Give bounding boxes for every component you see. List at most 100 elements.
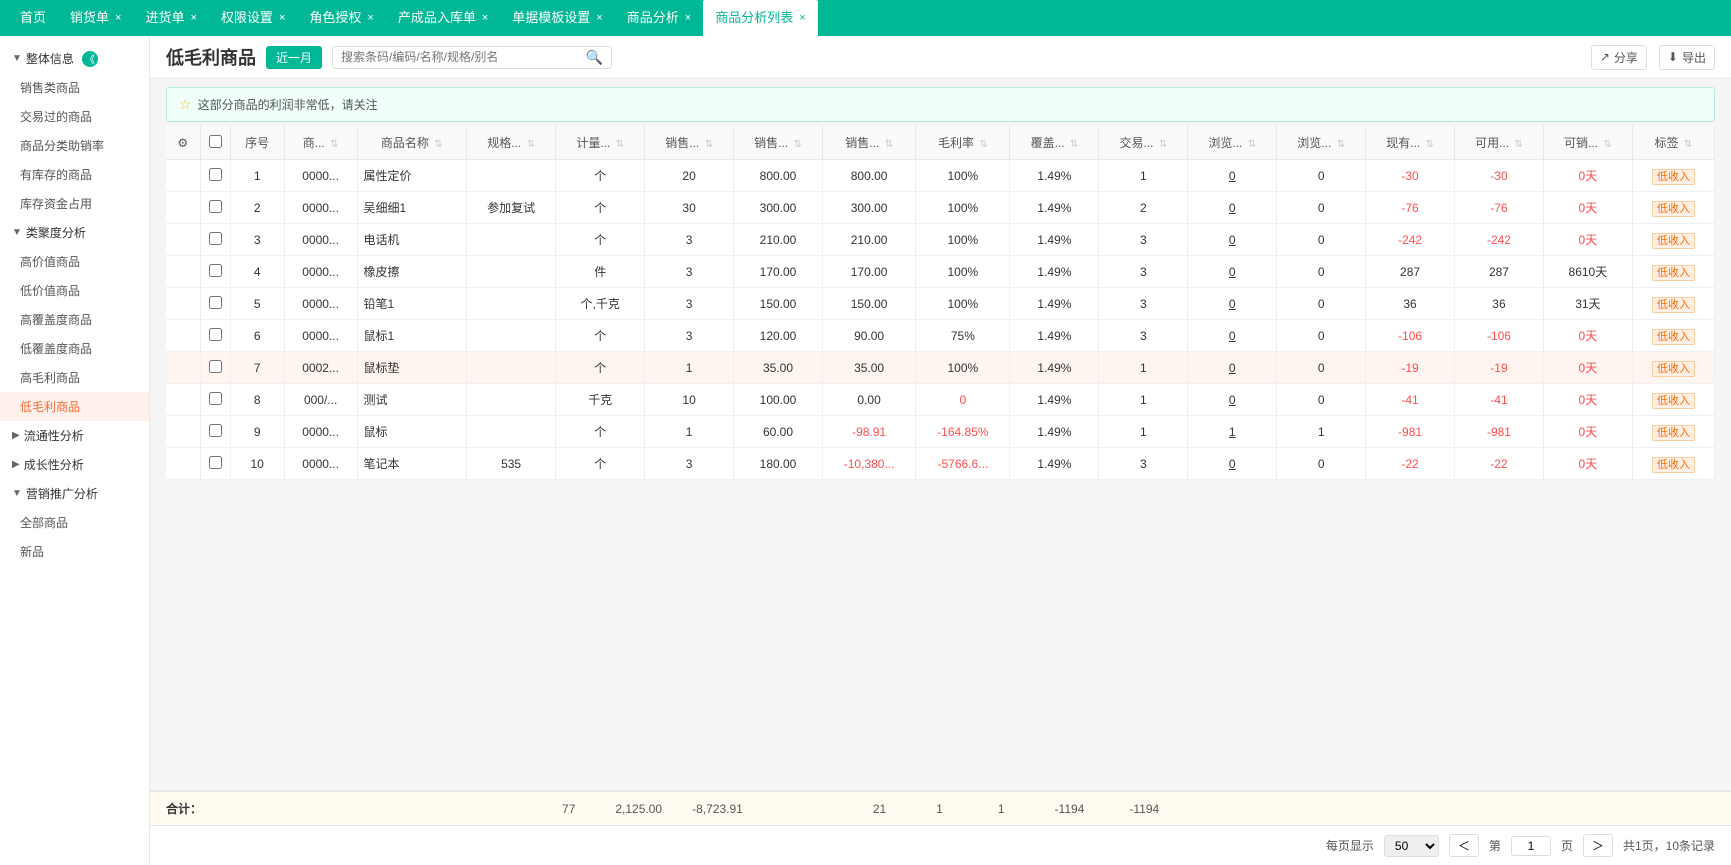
cell-checkbox[interactable] [200, 320, 230, 352]
cell-checkbox[interactable] [200, 224, 230, 256]
col-checkbox[interactable] [200, 126, 230, 160]
cell-checkbox[interactable] [200, 192, 230, 224]
views-link[interactable]: 0 [1229, 329, 1236, 343]
row-checkbox[interactable] [209, 360, 222, 373]
sidebar-item-new-products[interactable]: 新品 [0, 537, 149, 566]
nav-role-auth[interactable]: 角色授权 × [297, 0, 385, 36]
row-checkbox[interactable] [209, 200, 222, 213]
cell-views1[interactable]: 0 [1188, 448, 1277, 480]
close-icon[interactable]: × [115, 0, 121, 36]
sidebar-item-stock-fund[interactable]: 库存资金占用 [0, 189, 149, 218]
views-link[interactable]: 0 [1229, 457, 1236, 471]
row-checkbox[interactable] [209, 296, 222, 309]
sidebar-item-low-margin[interactable]: 低毛利商品 [0, 392, 149, 421]
col-views2[interactable]: 浏览... ⇅ [1277, 126, 1366, 160]
cell-views1[interactable]: 0 [1188, 160, 1277, 192]
cell-checkbox[interactable] [200, 416, 230, 448]
date-filter-button[interactable]: 近一月 [266, 46, 322, 69]
sidebar-item-stocked-products[interactable]: 有库存的商品 [0, 160, 149, 189]
sidebar-item-low-coverage[interactable]: 低覆盖度商品 [0, 334, 149, 363]
cell-views1[interactable]: 0 [1188, 224, 1277, 256]
sidebar-item-low-value[interactable]: 低价值商品 [0, 276, 149, 305]
col-unit[interactable]: 计量... ⇅ [556, 126, 645, 160]
col-tag[interactable]: 标签 ⇅ [1632, 126, 1714, 160]
cell-views1[interactable]: 0 [1188, 352, 1277, 384]
page-size-select[interactable]: 50 100 200 [1384, 835, 1439, 857]
close-icon[interactable]: × [367, 0, 373, 36]
search-input[interactable] [341, 50, 586, 64]
cell-checkbox[interactable] [200, 352, 230, 384]
cell-checkbox[interactable] [200, 160, 230, 192]
sidebar-item-traded-products[interactable]: 交易过的商品 [0, 102, 149, 131]
share-button[interactable]: ↗ 分享 [1591, 45, 1647, 70]
close-icon[interactable]: × [596, 0, 602, 36]
col-coverage[interactable]: 覆盖... ⇅ [1010, 126, 1099, 160]
prev-page-button[interactable]: ＜ [1449, 834, 1479, 857]
nav-purchase-order[interactable]: 进货单 × [133, 0, 208, 36]
cell-checkbox[interactable] [200, 288, 230, 320]
views-link[interactable]: 0 [1229, 361, 1236, 375]
col-spec[interactable]: 规格... ⇅ [466, 126, 555, 160]
views-link[interactable]: 0 [1229, 265, 1236, 279]
cell-views1[interactable]: 0 [1188, 192, 1277, 224]
cell-views1[interactable]: 0 [1188, 384, 1277, 416]
nav-permission-settings[interactable]: 权限设置 × [209, 0, 297, 36]
cell-views1[interactable]: 0 [1188, 320, 1277, 352]
views-link[interactable]: 0 [1229, 169, 1236, 183]
views-link[interactable]: 0 [1229, 201, 1236, 215]
row-checkbox[interactable] [209, 392, 222, 405]
col-available-stock[interactable]: 可用... ⇅ [1455, 126, 1544, 160]
collapse-button[interactable]: 《 [82, 51, 98, 67]
export-button[interactable]: ⬇ 导出 [1659, 45, 1715, 70]
col-settings[interactable]: ⚙ [166, 126, 200, 160]
col-name[interactable]: 商品名称 ⇅ [357, 126, 466, 160]
col-code[interactable]: 商... ⇅ [284, 126, 357, 160]
close-icon[interactable]: × [279, 0, 285, 36]
row-checkbox[interactable] [209, 232, 222, 245]
sidebar-item-all-products[interactable]: 全部商品 [0, 508, 149, 537]
sidebar-item-high-coverage[interactable]: 高覆盖度商品 [0, 305, 149, 334]
close-icon[interactable]: × [685, 0, 691, 36]
col-sales-amt[interactable]: 销售... ⇅ [734, 126, 823, 160]
nav-product-analysis-list[interactable]: 商品分析列表 × [703, 0, 817, 36]
col-views1[interactable]: 浏览... ⇅ [1188, 126, 1277, 160]
row-checkbox[interactable] [209, 424, 222, 437]
sidebar-group-liquidity[interactable]: ▶ 流通性分析 [0, 421, 149, 450]
col-sales-qty[interactable]: 销售... ⇅ [645, 126, 734, 160]
row-checkbox[interactable] [209, 328, 222, 341]
nav-template-settings[interactable]: 单据模板设置 × [500, 0, 614, 36]
search-icon[interactable]: 🔍 [586, 49, 603, 66]
cell-checkbox[interactable] [200, 256, 230, 288]
sidebar-group-overall[interactable]: ▼ 整体信息 《 [0, 44, 149, 73]
row-checkbox[interactable] [209, 456, 222, 469]
cell-views1[interactable]: 0 [1188, 288, 1277, 320]
nav-home[interactable]: 首页 [8, 0, 58, 36]
close-icon[interactable]: × [482, 0, 488, 36]
views-link[interactable]: 0 [1229, 393, 1236, 407]
sidebar-item-sales-products[interactable]: 销售类商品 [0, 73, 149, 102]
col-sales-profit[interactable]: 销售... ⇅ [822, 126, 915, 160]
views-link[interactable]: 0 [1229, 233, 1236, 247]
col-trade-count[interactable]: 交易... ⇅ [1099, 126, 1188, 160]
nav-product-warehouse[interactable]: 产成品入库单 × [386, 0, 500, 36]
col-salable-days[interactable]: 可销... ⇅ [1543, 126, 1632, 160]
select-all-checkbox[interactable] [209, 135, 222, 148]
nav-product-analysis[interactable]: 商品分析 × [615, 0, 703, 36]
sidebar-group-growth[interactable]: ▶ 成长性分析 [0, 450, 149, 479]
close-icon[interactable]: × [190, 0, 196, 36]
next-page-button[interactable]: ＞ [1583, 834, 1613, 857]
sidebar-group-marketing[interactable]: ▼ 营销推广分析 [0, 479, 149, 508]
sidebar-item-category-rate[interactable]: 商品分类助销率 [0, 131, 149, 160]
sidebar-item-high-margin[interactable]: 高毛利商品 [0, 363, 149, 392]
views-link[interactable]: 0 [1229, 297, 1236, 311]
row-checkbox[interactable] [209, 264, 222, 277]
close-icon[interactable]: × [799, 0, 805, 36]
cell-checkbox[interactable] [200, 448, 230, 480]
views-link[interactable]: 1 [1229, 425, 1236, 439]
cell-views1[interactable]: 1 [1188, 416, 1277, 448]
col-current-stock[interactable]: 现有... ⇅ [1366, 126, 1455, 160]
cell-checkbox[interactable] [200, 384, 230, 416]
sidebar-group-cluster[interactable]: ▼ 类聚度分析 [0, 218, 149, 247]
cell-views1[interactable]: 0 [1188, 256, 1277, 288]
row-checkbox[interactable] [209, 168, 222, 181]
